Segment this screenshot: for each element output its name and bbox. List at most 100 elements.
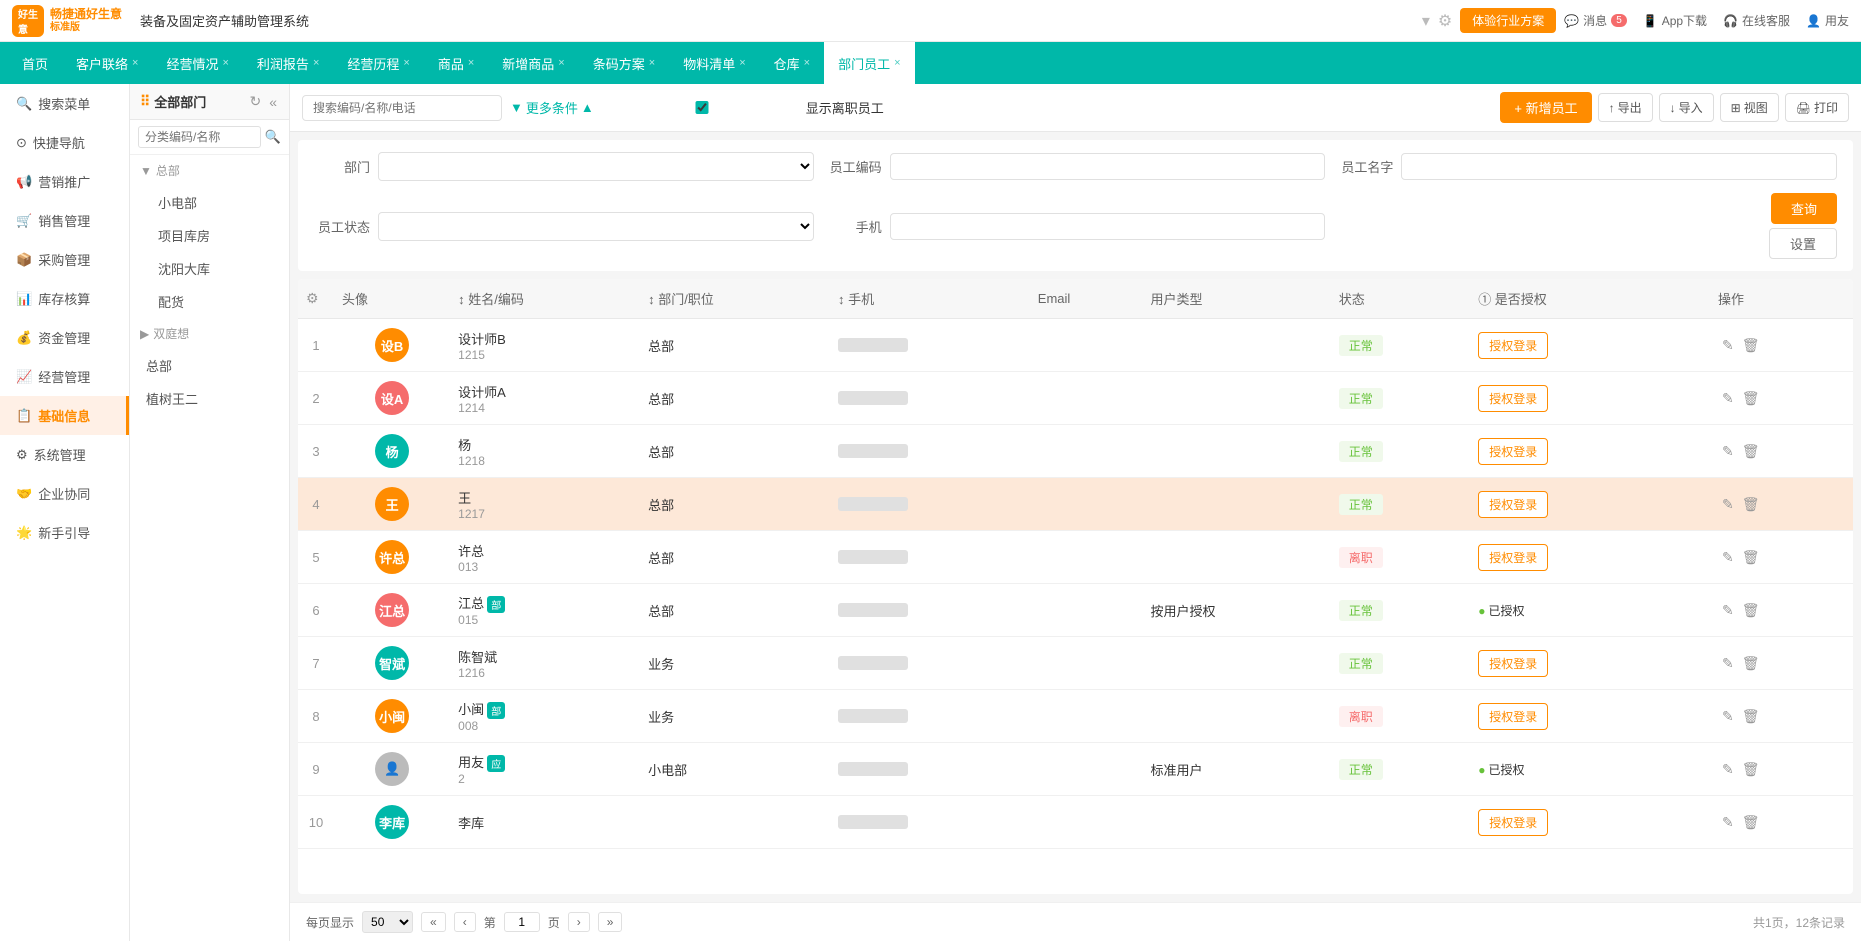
tree-search-input[interactable]	[138, 126, 261, 148]
tree-group-head[interactable]: ▼ 总部	[130, 155, 289, 186]
auth-login-btn[interactable]: 授权登录	[1478, 438, 1548, 465]
tab-close-icon[interactable]: ×	[739, 57, 745, 69]
search-btn[interactable]: 查询	[1771, 193, 1837, 224]
tab-profit[interactable]: 利润报告×	[243, 42, 333, 84]
row-auth[interactable]: 授权登录	[1470, 478, 1670, 531]
row-auth[interactable]: 授权登录	[1470, 796, 1670, 849]
tree-item-peihuo[interactable]: 配货	[130, 285, 289, 318]
edit-btn[interactable]: ✎	[1718, 759, 1738, 780]
delete-btn[interactable]: 🗑	[1738, 653, 1764, 674]
edit-btn[interactable]: ✎	[1718, 600, 1738, 621]
add-employee-btn[interactable]: + 新增员工	[1500, 92, 1591, 123]
emp-status-select[interactable]	[378, 212, 814, 241]
reset-btn[interactable]: 设置	[1769, 228, 1837, 259]
more-conditions-btn[interactable]: ▼ 更多条件 ▲	[510, 98, 594, 117]
row-auth[interactable]: 授权登录	[1470, 690, 1670, 743]
tab-close-icon[interactable]: ×	[313, 57, 319, 69]
auth-login-btn[interactable]: 授权登录	[1478, 332, 1548, 359]
delete-btn[interactable]: 🗑	[1738, 441, 1764, 462]
auth-login-btn[interactable]: 授权登录	[1478, 491, 1548, 518]
tree-item-xiaodian[interactable]: 小电部	[130, 186, 289, 219]
sidebar-item-inventory[interactable]: 📊 库存核算	[0, 279, 129, 318]
collapse-tree-btn[interactable]: «	[267, 93, 279, 110]
sidebar-item-guide[interactable]: 🌟 新手引导	[0, 513, 129, 552]
user-btn[interactable]: 👤 用友	[1806, 12, 1849, 29]
edit-btn[interactable]: ✎	[1718, 335, 1738, 356]
tab-close-icon[interactable]: ×	[649, 57, 655, 69]
per-page-select[interactable]: 50 20 100	[362, 911, 413, 933]
refresh-tree-btn[interactable]: ↻	[247, 93, 263, 110]
first-page-btn[interactable]: «	[421, 912, 446, 932]
delete-btn[interactable]: 🗑	[1738, 388, 1764, 409]
show-resigned-checkbox[interactable]	[602, 101, 802, 114]
delete-btn[interactable]: 🗑	[1738, 706, 1764, 727]
delete-btn[interactable]: 🗑	[1738, 335, 1764, 356]
edit-btn[interactable]: ✎	[1718, 653, 1738, 674]
delete-btn[interactable]: 🗑	[1738, 494, 1764, 515]
tab-bom[interactable]: 物料清单×	[669, 42, 759, 84]
tab-barcode[interactable]: 条码方案×	[579, 42, 669, 84]
export-btn[interactable]: ↑ 导出	[1598, 93, 1653, 122]
delete-btn[interactable]: 🗑	[1738, 600, 1764, 621]
tab-close-icon[interactable]: ×	[403, 57, 409, 69]
row-auth[interactable]: 授权登录	[1470, 319, 1670, 372]
show-resigned-label[interactable]: 显示离职员工	[602, 98, 884, 117]
edit-btn[interactable]: ✎	[1718, 494, 1738, 515]
view-btn[interactable]: ⊞ 视图	[1720, 93, 1779, 122]
tab-warehouse[interactable]: 仓库×	[760, 42, 824, 84]
tab-goods[interactable]: 商品×	[424, 42, 488, 84]
tree-item-zhishu[interactable]: 植树王二	[130, 382, 289, 415]
edit-btn[interactable]: ✎	[1718, 441, 1738, 462]
settings-icon[interactable]: ⚙	[1438, 11, 1452, 31]
last-page-btn[interactable]: »	[598, 912, 623, 932]
tab-close-icon[interactable]: ×	[222, 57, 228, 69]
next-page-btn[interactable]: ›	[568, 912, 590, 932]
row-auth[interactable]: 授权登录	[1470, 372, 1670, 425]
tab-department[interactable]: 部门员工×	[824, 42, 914, 84]
phone-input[interactable]	[890, 213, 1326, 240]
tab-add-goods[interactable]: 新增商品×	[488, 42, 578, 84]
delete-btn[interactable]: 🗑	[1738, 812, 1764, 833]
delete-btn[interactable]: 🗑	[1738, 759, 1764, 780]
sidebar-item-sales[interactable]: 🛒 销售管理	[0, 201, 129, 240]
tab-history[interactable]: 经营历程×	[333, 42, 423, 84]
tab-customer[interactable]: 客户联络×	[62, 42, 152, 84]
msg-btn[interactable]: 💬 消息 5	[1564, 12, 1627, 29]
emp-code-input[interactable]	[890, 153, 1326, 180]
sidebar-item-marketing[interactable]: 📢 营销推广	[0, 162, 129, 201]
edit-btn[interactable]: ✎	[1718, 547, 1738, 568]
sidebar-item-purchase[interactable]: 📦 采购管理	[0, 240, 129, 279]
auth-login-btn[interactable]: 授权登录	[1478, 809, 1548, 836]
auth-login-btn[interactable]: 授权登录	[1478, 650, 1548, 677]
app-download-btn[interactable]: 📱 App下载	[1643, 12, 1707, 29]
tab-operations[interactable]: 经营情况×	[152, 42, 242, 84]
print-btn[interactable]: 🖨 打印	[1785, 93, 1849, 122]
sidebar-item-basic[interactable]: 📋 基础信息	[0, 396, 129, 435]
tree-search-icon[interactable]: 🔍	[265, 129, 281, 145]
tree-group-shuangting[interactable]: ▶ 双庭想	[130, 318, 289, 349]
delete-btn[interactable]: 🗑	[1738, 547, 1764, 568]
tab-close-icon[interactable]: ×	[894, 57, 900, 69]
edit-btn[interactable]: ✎	[1718, 388, 1738, 409]
sidebar-item-nav[interactable]: ⊙ 快捷导航	[0, 123, 129, 162]
edit-btn[interactable]: ✎	[1718, 706, 1738, 727]
dept-select[interactable]	[378, 152, 814, 181]
sidebar-item-system[interactable]: ⚙ 系统管理	[0, 435, 129, 474]
tree-item-shenyang[interactable]: 沈阳大库	[130, 252, 289, 285]
service-btn[interactable]: 🎧 在线客服	[1723, 12, 1790, 29]
try-btn[interactable]: 体验行业方案	[1460, 8, 1556, 33]
row-auth[interactable]: 授权登录	[1470, 425, 1670, 478]
sidebar-item-search[interactable]: 🔍 搜索菜单	[0, 84, 129, 123]
search-input[interactable]	[302, 95, 502, 121]
tree-item-project[interactable]: 项目库房	[130, 219, 289, 252]
auth-login-btn[interactable]: 授权登录	[1478, 703, 1548, 730]
emp-name-input[interactable]	[1401, 153, 1837, 180]
edit-btn[interactable]: ✎	[1718, 812, 1738, 833]
tab-home[interactable]: 首页	[8, 42, 62, 84]
auth-login-btn[interactable]: 授权登录	[1478, 385, 1548, 412]
column-settings-icon[interactable]: ⚙	[306, 290, 319, 306]
tree-item-zongbu[interactable]: 总部	[130, 349, 289, 382]
import-btn[interactable]: ↓ 导入	[1659, 93, 1714, 122]
dropdown-arrow-icon[interactable]: ▾	[1422, 11, 1430, 31]
page-input[interactable]	[504, 912, 540, 932]
